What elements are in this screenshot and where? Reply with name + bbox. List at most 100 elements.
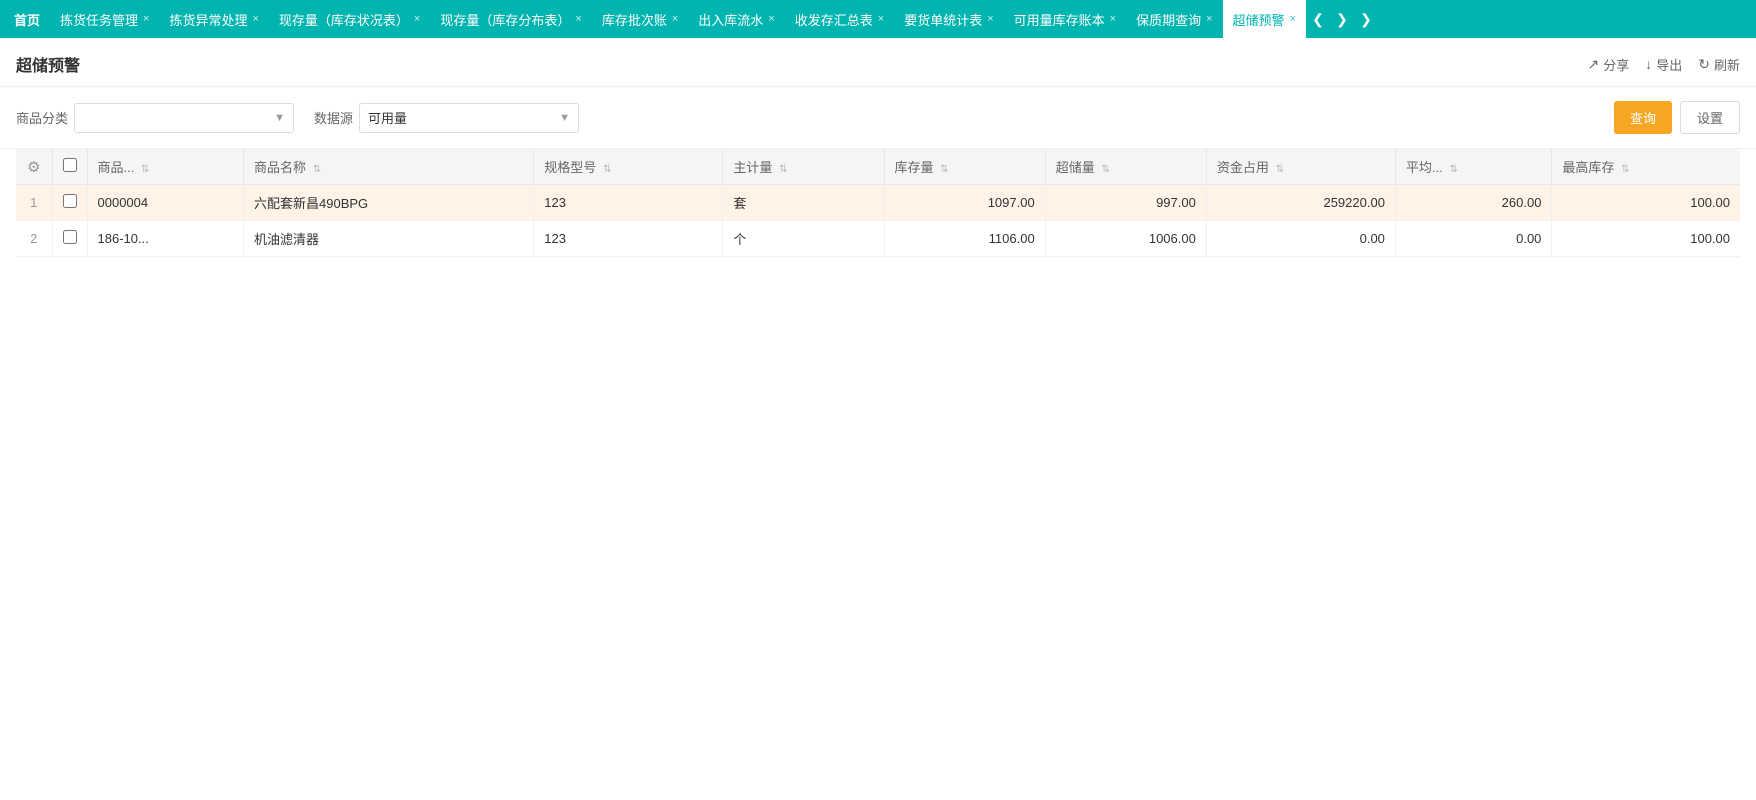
cell-spec: 123	[534, 185, 723, 221]
cell-product-name: 机油滤清器	[244, 221, 534, 257]
row-checkbox[interactable]	[63, 194, 77, 208]
th-unit[interactable]: 主计量 ⇅	[723, 149, 884, 185]
th-product-code[interactable]: 商品... ⇅	[87, 149, 244, 185]
header-actions: ↗ 分享 ↓ 导出 ↻ 刷新	[1587, 55, 1740, 74]
cell-over-storage: 997.00	[1045, 185, 1206, 221]
cell-stock: 1106.00	[884, 221, 1045, 257]
cell-unit: 套	[723, 185, 884, 221]
cell-max-stock: 100.00	[1552, 221, 1740, 257]
cell-product-name: 六配套新昌490BPG	[244, 185, 534, 221]
export-icon: ↓	[1645, 56, 1652, 72]
cell-product-code: 0000004	[87, 185, 244, 221]
page-header: 超储预警 ↗ 分享 ↓ 导出 ↻ 刷新	[0, 38, 1756, 87]
nav-item-2[interactable]: 拣货异常处理 ×	[159, 0, 268, 38]
filter-category: 商品分类 ▼	[16, 103, 294, 133]
settings-button[interactable]: 设置	[1680, 101, 1740, 134]
close-icon[interactable]: ×	[252, 13, 258, 25]
sort-icon: ⇅	[1449, 164, 1457, 175]
nav-item-5[interactable]: 库存批次账 ×	[592, 0, 688, 38]
sort-icon: ⇅	[779, 164, 787, 175]
th-checkbox	[52, 149, 87, 185]
nav-item-3[interactable]: 现存量（库存状况表） ×	[269, 0, 430, 38]
nav-item-8[interactable]: 要货单统计表 ×	[894, 0, 1003, 38]
page-content: 超储预警 ↗ 分享 ↓ 导出 ↻ 刷新 商品分类 ▼ 数据源	[0, 38, 1756, 800]
cell-max-stock: 100.00	[1552, 185, 1740, 221]
page-title: 超储预警	[16, 52, 80, 76]
th-spec[interactable]: 规格型号 ⇅	[534, 149, 723, 185]
close-icon[interactable]: ×	[672, 13, 678, 25]
sort-icon: ⇅	[1275, 164, 1283, 175]
row-number: 1	[16, 185, 52, 221]
share-button[interactable]: ↗ 分享	[1587, 55, 1629, 74]
data-table: ⚙ 商品... ⇅ 商品名称 ⇅ 规格型号 ⇅	[16, 149, 1740, 257]
datasource-select-value: 可用量	[368, 108, 407, 127]
close-icon[interactable]: ×	[143, 13, 149, 25]
share-icon: ↗	[1587, 56, 1599, 73]
category-select[interactable]: ▼	[74, 103, 294, 133]
th-gear: ⚙	[16, 149, 52, 185]
table-body: 1 0000004六配套新昌490BPG123套1097.00997.002592…	[16, 185, 1740, 257]
close-icon[interactable]: ×	[414, 13, 420, 25]
row-number: 2	[16, 221, 52, 257]
th-stock[interactable]: 库存量 ⇅	[884, 149, 1045, 185]
cell-spec: 123	[534, 221, 723, 257]
sort-icon: ⇅	[141, 164, 149, 175]
close-icon[interactable]: ×	[1290, 13, 1296, 25]
nav-scroll-left[interactable]: ❮	[1306, 0, 1330, 38]
chevron-down-icon: ▼	[559, 112, 570, 124]
close-icon[interactable]: ×	[1206, 13, 1212, 25]
filter-datasource: 数据源 可用量 ▼	[314, 103, 579, 133]
close-icon[interactable]: ×	[878, 13, 884, 25]
refresh-button[interactable]: ↻ 刷新	[1698, 55, 1740, 74]
nav-item-9[interactable]: 可用量库存账本 ×	[1004, 0, 1126, 38]
close-icon[interactable]: ×	[575, 13, 581, 25]
close-icon[interactable]: ×	[987, 13, 993, 25]
sort-icon: ⇅	[940, 164, 948, 175]
datasource-select[interactable]: 可用量 ▼	[359, 103, 579, 133]
cell-avg: 0.00	[1395, 221, 1552, 257]
gear-icon[interactable]: ⚙	[27, 159, 40, 176]
filter-buttons: 查询 设置	[1614, 101, 1740, 134]
row-checkbox-cell	[52, 185, 87, 221]
table-header-row: ⚙ 商品... ⇅ 商品名称 ⇅ 规格型号 ⇅	[16, 149, 1740, 185]
th-over-storage[interactable]: 超储量 ⇅	[1045, 149, 1206, 185]
th-max-stock[interactable]: 最高库存 ⇅	[1552, 149, 1740, 185]
table-area: ⚙ 商品... ⇅ 商品名称 ⇅ 规格型号 ⇅	[0, 149, 1756, 257]
chevron-down-icon: ▼	[274, 112, 285, 124]
th-capital[interactable]: 资金占用 ⇅	[1206, 149, 1395, 185]
nav-item-10[interactable]: 保质期查询 ×	[1126, 0, 1222, 38]
nav-scroll-down[interactable]: ❯	[1354, 0, 1378, 38]
select-all-checkbox[interactable]	[63, 158, 77, 172]
cell-over-storage: 1006.00	[1045, 221, 1206, 257]
filter-area: 商品分类 ▼ 数据源 可用量 ▼ 查询 设置	[0, 87, 1756, 149]
nav-item-1[interactable]: 拣货任务管理 ×	[50, 0, 159, 38]
sort-icon: ⇅	[313, 164, 321, 175]
nav-item-7[interactable]: 收发存汇总表 ×	[785, 0, 894, 38]
row-checkbox[interactable]	[63, 230, 77, 244]
cell-unit: 个	[723, 221, 884, 257]
cell-capital: 0.00	[1206, 221, 1395, 257]
th-avg[interactable]: 平均... ⇅	[1395, 149, 1552, 185]
table-row: 2186-10...机油滤清器123个1106.001006.000.000.0…	[16, 221, 1740, 257]
table-row: 1 0000004六配套新昌490BPG123套1097.00997.002592…	[16, 185, 1740, 221]
cell-product-code: 186-10...	[87, 221, 244, 257]
refresh-icon: ↻	[1698, 56, 1710, 73]
nav-bar: 首页 拣货任务管理 × 拣货异常处理 × 现存量（库存状况表） × 现存量（库存…	[0, 0, 1756, 38]
sort-icon: ⇅	[1621, 164, 1629, 175]
th-product-name[interactable]: 商品名称 ⇅	[244, 149, 534, 185]
sort-icon: ⇅	[603, 164, 611, 175]
sort-icon: ⇅	[1101, 164, 1109, 175]
export-button[interactable]: ↓ 导出	[1645, 55, 1682, 74]
nav-item-4[interactable]: 现存量（库存分布表） ×	[430, 0, 591, 38]
row-checkbox-cell	[52, 221, 87, 257]
cell-stock: 1097.00	[884, 185, 1045, 221]
nav-item-6[interactable]: 出入库流水 ×	[688, 0, 784, 38]
nav-scroll-right[interactable]: ❯	[1330, 0, 1354, 38]
close-icon[interactable]: ×	[1110, 13, 1116, 25]
nav-item-11[interactable]: 超储预警 ×	[1223, 0, 1306, 38]
nav-home[interactable]: 首页	[4, 0, 50, 38]
query-button[interactable]: 查询	[1614, 101, 1672, 134]
category-label: 商品分类	[16, 108, 68, 127]
cell-capital: 259220.00	[1206, 185, 1395, 221]
close-icon[interactable]: ×	[768, 13, 774, 25]
